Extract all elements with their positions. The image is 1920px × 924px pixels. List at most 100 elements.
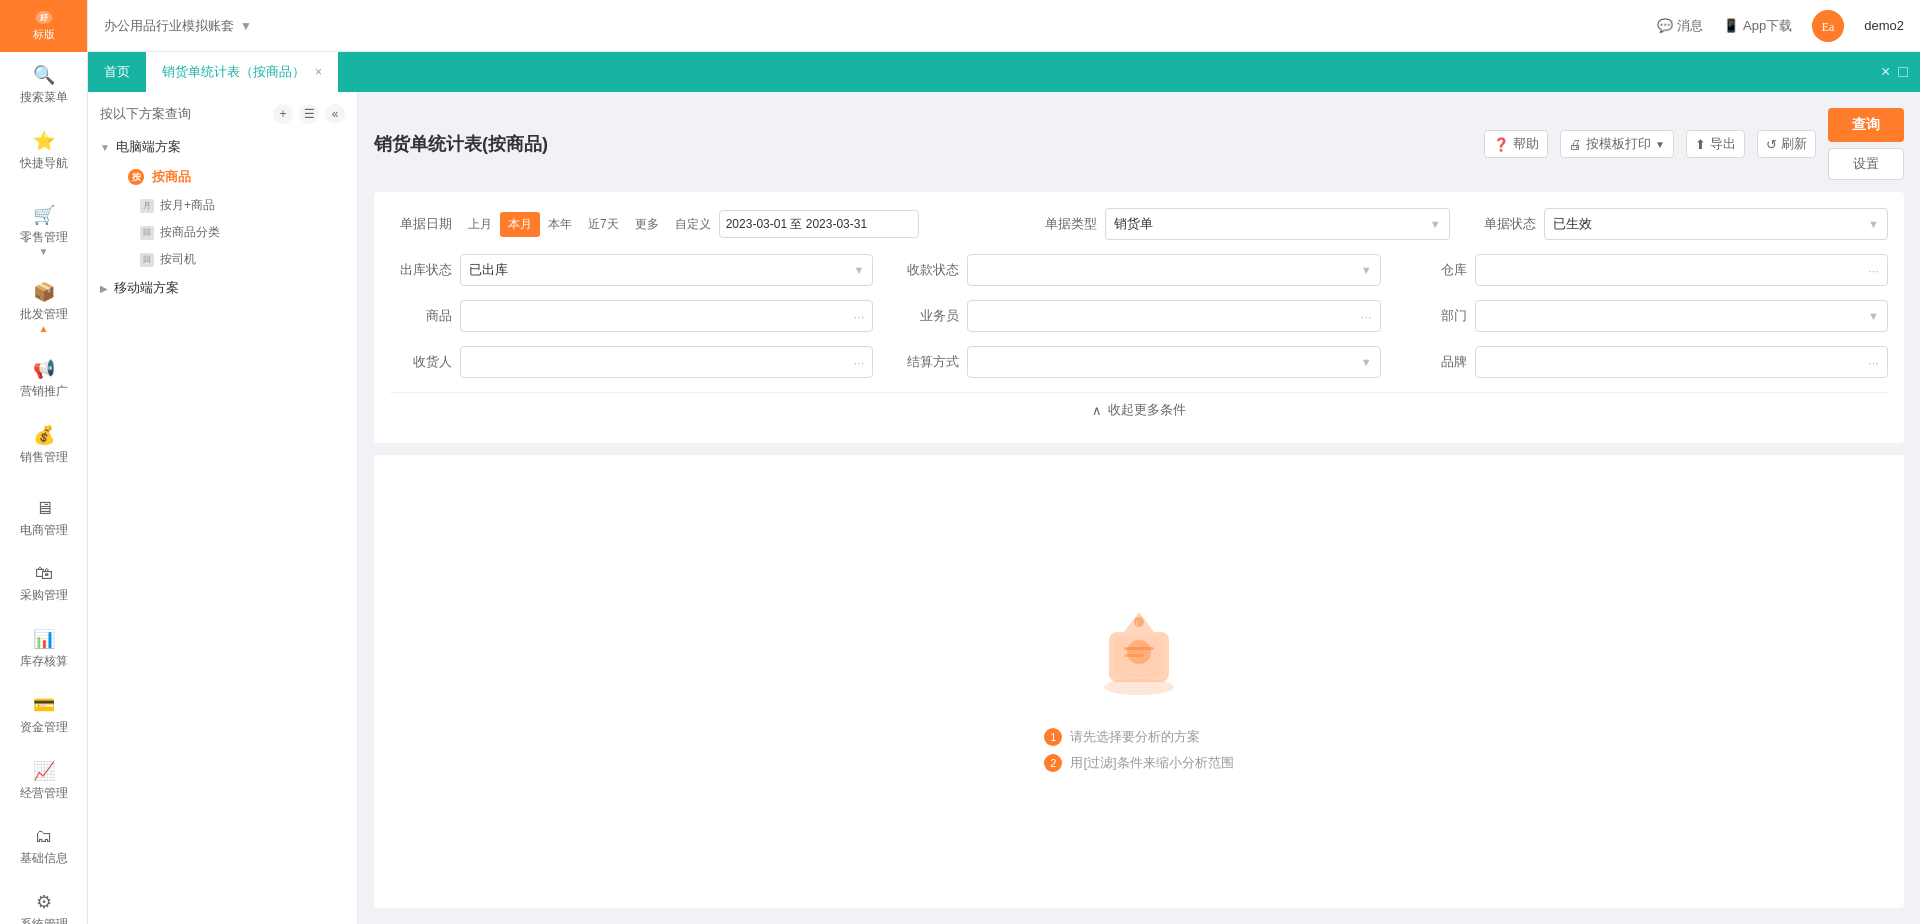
app-logo: 好 标版 xyxy=(0,0,87,52)
message-button[interactable]: 💬 消息 xyxy=(1657,17,1703,35)
sidebar-sales-label: 销售管理 xyxy=(20,449,68,466)
sidebar-item-search[interactable]: 🔍 搜索菜单 xyxy=(0,52,87,118)
left-panel-actions: + ☰ « xyxy=(273,104,345,124)
date-more-btn[interactable]: 更多 xyxy=(627,212,667,237)
outstatus-value: 已出库 xyxy=(469,261,508,279)
tab-home[interactable]: 首页 xyxy=(88,52,146,92)
right-panel: 销货单统计表(按商品) ❓ 帮助 🖨 按模板打印 ▼ ⬆ 导出 xyxy=(358,92,1920,924)
user-name[interactable]: demo2 xyxy=(1864,18,1904,33)
tab-close-all-icon[interactable]: × xyxy=(1881,63,1890,81)
sidebar-item-finance[interactable]: 💳 资金管理 xyxy=(0,682,87,748)
sidebar-item-system[interactable]: ⚙ 系统管理 xyxy=(0,879,87,924)
sidebar-item-ecommerce[interactable]: 🖥 电商管理 xyxy=(0,486,87,551)
date-last-month-btn[interactable]: 上月 xyxy=(460,212,500,237)
sidebar-item-sales[interactable]: 💰 销售管理 xyxy=(0,412,87,478)
filter-status-item: 单据状态 已生效 ▼ xyxy=(1474,208,1888,240)
export-label: 导出 xyxy=(1710,135,1736,153)
sidebar-item-wholesale[interactable]: 📦 批发管理 ▲ xyxy=(0,269,87,346)
goods-dots[interactable]: ··· xyxy=(853,309,864,324)
scheme-item-by-cashier[interactable]: 回 按司机 xyxy=(96,246,349,273)
retail-icon: 🛒 xyxy=(33,204,55,226)
tab-close-button[interactable]: × xyxy=(315,65,322,79)
sidebar-retail-label: 零售管理 xyxy=(20,229,68,246)
sidebar-item-quicknav[interactable]: ⭐ 快捷导航 xyxy=(0,118,87,184)
message-label: 消息 xyxy=(1677,17,1703,35)
app-subtitle: 标版 xyxy=(33,27,55,42)
refresh-button[interactable]: ↺ 刷新 xyxy=(1757,130,1816,158)
export-icon: ⬆ xyxy=(1695,137,1706,152)
query-button[interactable]: 查询 xyxy=(1828,108,1904,142)
filter-outstatus-item: 出库状态 已出库 ▼ xyxy=(390,254,873,286)
sidebar-item-marketing[interactable]: 📢 营销推广 xyxy=(0,346,87,412)
paymentstatus-select[interactable]: ▼ xyxy=(967,254,1380,286)
scheme-item-by-category[interactable]: 回 按商品分类 xyxy=(96,219,349,246)
date-last-7days-btn[interactable]: 近7天 xyxy=(580,212,627,237)
sidebar-item-purchase[interactable]: 🛍 采购管理 xyxy=(0,551,87,616)
sidebar-item-operations[interactable]: 📈 经营管理 xyxy=(0,748,87,814)
add-scheme-button[interactable]: + xyxy=(273,104,293,124)
left-panel-title: 按以下方案查询 xyxy=(100,105,265,123)
sidebar-ecommerce-label: 电商管理 xyxy=(20,522,68,539)
receiver-select[interactable]: ··· xyxy=(460,346,873,378)
warehouse-dots[interactable]: ··· xyxy=(1868,263,1879,278)
filter-salesman-item: 业务员 ··· xyxy=(897,300,1380,332)
print-dropdown-icon: ▼ xyxy=(1655,139,1665,150)
logo-icon: 好 xyxy=(26,10,62,25)
page-title: 销货单统计表(按商品) xyxy=(374,132,548,156)
filter-brand-item: 品牌 ··· xyxy=(1405,346,1888,378)
main-area: 办公用品行业模拟账套 ▼ 💬 消息 📱 App下载 demo2 首页 销货单统计… xyxy=(88,0,1920,924)
empty-illustration: ! xyxy=(1079,592,1199,712)
filter-department-item: 部门 ▼ xyxy=(1405,300,1888,332)
marketing-icon: 📢 xyxy=(33,358,55,380)
salesman-select[interactable]: ··· xyxy=(967,300,1380,332)
brand-dots[interactable]: ··· xyxy=(1868,355,1879,370)
tab-sales-stats[interactable]: 销货单统计表（按商品） × xyxy=(146,52,338,92)
user-avatar xyxy=(1812,10,1844,42)
print-button[interactable]: 🖨 按模板打印 ▼ xyxy=(1560,130,1674,158)
date-range-input[interactable] xyxy=(719,210,919,238)
scheme-item-by-goods[interactable]: 按 按商品 xyxy=(96,162,349,192)
scheme-item-by-month-goods[interactable]: 月 按月+商品 xyxy=(96,192,349,219)
print-label: 按模板打印 xyxy=(1586,135,1651,153)
sidebar: 好 标版 🔍 搜索菜单 ⭐ 快捷导航 🛒 零售管理 ▼ 📦 批发管理 ▲ 📢 营… xyxy=(0,0,88,924)
paymentmethod-select[interactable]: ▼ xyxy=(967,346,1380,378)
sidebar-item-retail[interactable]: 🛒 零售管理 ▼ xyxy=(0,192,87,269)
date-this-year-btn[interactable]: 本年 xyxy=(540,212,580,237)
sidebar-wholesale-label: 批发管理 xyxy=(20,306,68,323)
type-select[interactable]: 销货单 ▼ xyxy=(1105,208,1449,240)
export-button[interactable]: ⬆ 导出 xyxy=(1686,130,1745,158)
scheme-by-goods-label: 按商品 xyxy=(152,168,191,186)
app-selector[interactable]: 办公用品行业模拟账套 ▼ xyxy=(104,17,252,35)
app-download-button[interactable]: 📱 App下载 xyxy=(1723,17,1792,35)
tab-bar: 首页 销货单统计表（按商品） × × □ xyxy=(88,52,1920,92)
status-value: 已生效 xyxy=(1553,215,1592,233)
app-download-label: App下载 xyxy=(1743,17,1792,35)
receiver-dots[interactable]: ··· xyxy=(853,355,864,370)
app-selector-label: 办公用品行业模拟账套 xyxy=(104,17,234,35)
tab-sales-stats-label: 销货单统计表（按商品） xyxy=(162,63,305,81)
salesman-dots[interactable]: ··· xyxy=(1361,309,1372,324)
collapse-panel-button[interactable]: « xyxy=(325,104,345,124)
status-select[interactable]: 已生效 ▼ xyxy=(1544,208,1888,240)
mobile-scheme-group-header[interactable]: ▶ 移动端方案 xyxy=(96,273,357,303)
pc-scheme-group-label: 电脑端方案 xyxy=(116,138,181,156)
warehouse-select[interactable]: ··· xyxy=(1475,254,1888,286)
tab-fullscreen-icon[interactable]: □ xyxy=(1898,63,1908,81)
goods-select[interactable]: ··· xyxy=(460,300,873,332)
tab-bar-right: × □ xyxy=(1881,63,1920,81)
edit-scheme-button[interactable]: ☰ xyxy=(299,104,319,124)
help-button[interactable]: ❓ 帮助 xyxy=(1484,130,1548,158)
collapse-filter-button[interactable]: ∧ 收起更多条件 xyxy=(390,392,1888,427)
setting-button[interactable]: 设置 xyxy=(1828,148,1904,180)
department-select[interactable]: ▼ xyxy=(1475,300,1888,332)
sidebar-item-inventory[interactable]: 📊 库存核算 xyxy=(0,616,87,682)
empty-state: ! 1 请先选择要分析的方案 2 用[过滤]条件来缩小分析范围 xyxy=(374,455,1904,908)
date-custom-btn[interactable]: 自定义 xyxy=(667,212,719,237)
brand-select[interactable]: ··· xyxy=(1475,346,1888,378)
edit-icon: ☰ xyxy=(304,107,315,121)
sidebar-item-basic[interactable]: 🗂 基础信息 xyxy=(0,814,87,879)
pc-scheme-group-header[interactable]: ▼ 电脑端方案 xyxy=(96,132,349,162)
date-this-month-btn[interactable]: 本月 xyxy=(500,212,540,237)
refresh-icon: ↺ xyxy=(1766,137,1777,152)
outstatus-select[interactable]: 已出库 ▼ xyxy=(460,254,873,286)
